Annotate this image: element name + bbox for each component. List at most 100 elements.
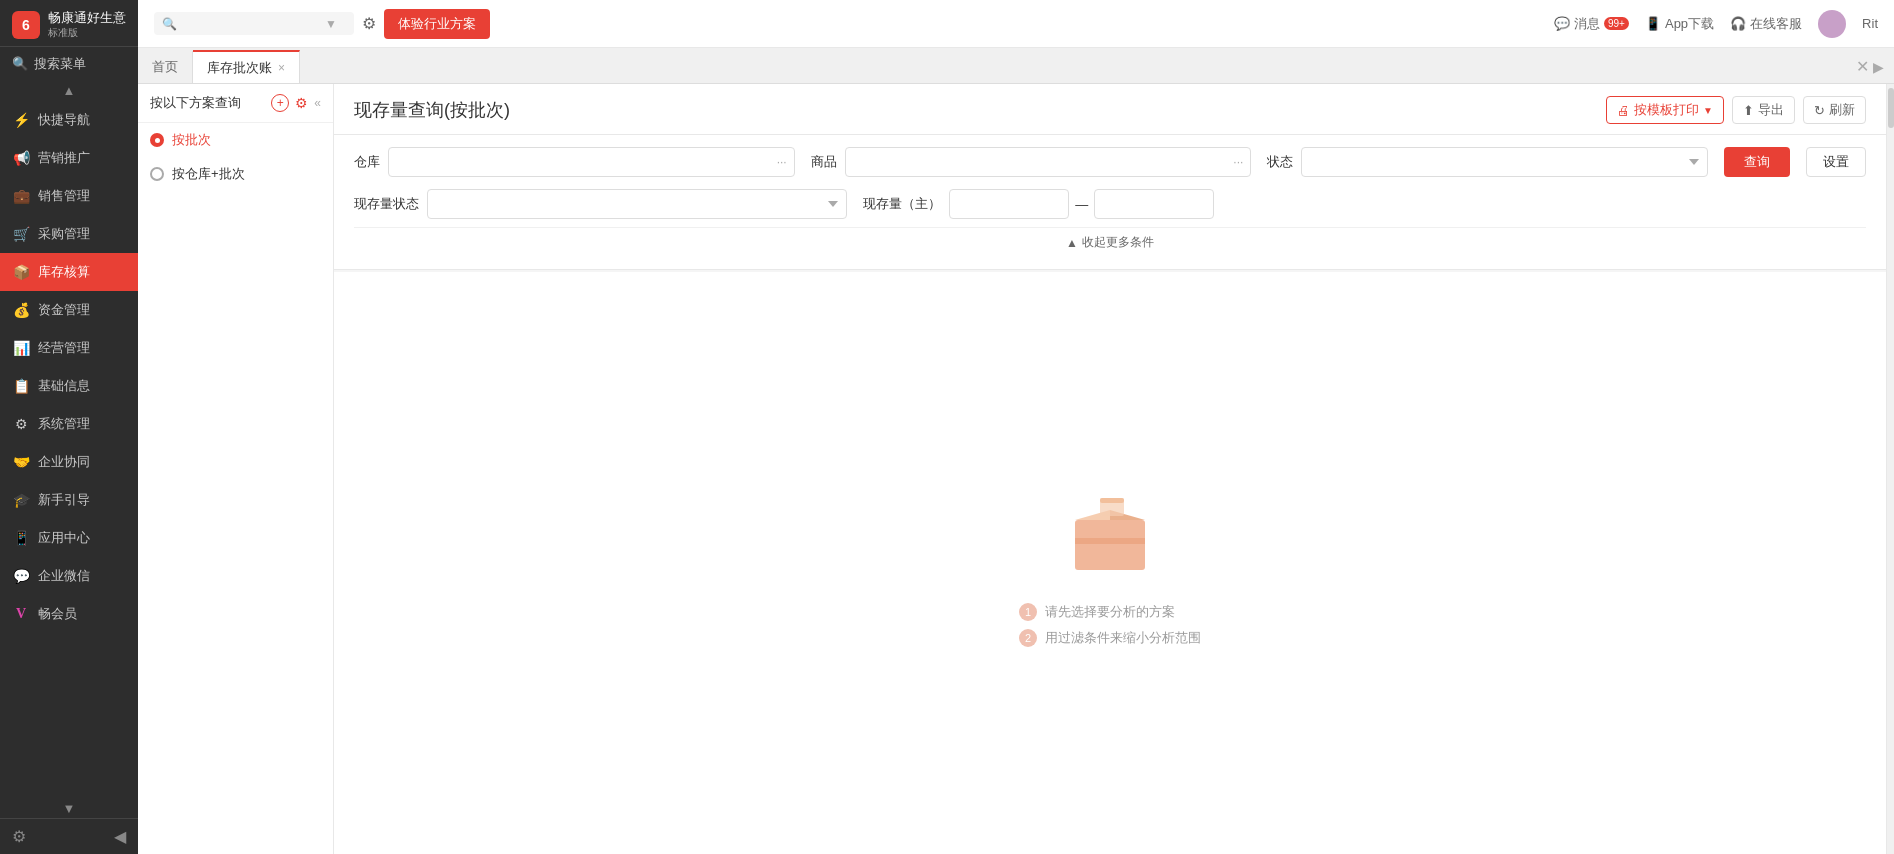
messages-action[interactable]: 💬 消息 99+ [1554, 15, 1629, 33]
user-name[interactable]: Rit [1862, 16, 1878, 31]
scroll-down-btn[interactable]: ▼ [0, 798, 138, 818]
inventory-qty-min[interactable] [949, 189, 1069, 219]
tip-number-1: 1 [1019, 603, 1037, 621]
sidebar-item-inventory[interactable]: 📦 库存核算 [0, 253, 138, 291]
tab-close-icon[interactable]: × [278, 61, 285, 75]
sidebar-item-system[interactable]: ⚙ 系统管理 [0, 405, 138, 443]
sidebar-item-finance[interactable]: 💰 资金管理 [0, 291, 138, 329]
print-dropdown-icon[interactable]: ▼ [1703, 105, 1713, 116]
collapse-filter-label: 收起更多条件 [1082, 234, 1154, 251]
product-label: 商品 [811, 153, 837, 171]
scheme-item-by-batch[interactable]: 按批次 [138, 123, 333, 157]
newbie-icon: 🎓 [12, 491, 30, 509]
sidebar-item-member[interactable]: V 畅会员 [0, 595, 138, 633]
settings-footer-icon[interactable]: ⚙ [12, 827, 26, 846]
sidebar-item-basic[interactable]: 📋 基础信息 [0, 367, 138, 405]
scroll-up-btn[interactable]: ▲ [0, 81, 138, 101]
page-header-actions: 🖨 按模板打印 ▼ ⬆ 导出 ↻ 刷新 [1606, 96, 1866, 124]
sidebar-item-marketing[interactable]: 📢 营销推广 [0, 139, 138, 177]
sidebar-item-label: 新手引导 [38, 491, 90, 509]
messages-icon: 💬 [1554, 16, 1570, 31]
filter-inventory-status: 现存量状态 [354, 189, 847, 219]
basic-icon: 📋 [12, 377, 30, 395]
phone-icon: 📱 [1645, 16, 1661, 31]
collapse-panel-icon[interactable]: « [314, 96, 321, 110]
online-service-action[interactable]: 🎧 在线客服 [1730, 15, 1802, 33]
trial-btn[interactable]: 体验行业方案 [384, 9, 490, 39]
tabbar: 首页 库存批次账 × ✕ ▶ [138, 48, 1894, 84]
search-bar-icon: 🔍 [162, 17, 177, 31]
scheme-label: 按批次 [172, 131, 211, 149]
sidebar-item-enterprise[interactable]: 🤝 企业协同 [0, 443, 138, 481]
sidebar-item-purchase[interactable]: 🛒 采购管理 [0, 215, 138, 253]
empty-tip-1: 1 请先选择要分析的方案 [1019, 603, 1201, 621]
tab-inventory-batch[interactable]: 库存批次账 × [193, 50, 300, 83]
refresh-icon: ↻ [1814, 103, 1825, 118]
inventory-qty-range: — [949, 189, 1356, 219]
warehouse-input-wrap: ··· [388, 147, 795, 177]
tab-home[interactable]: 首页 [138, 51, 193, 83]
sidebar-nav: ⚡ 快捷导航 📢 营销推广 💼 销售管理 🛒 采购管理 📦 库存核算 💰 资金管… [0, 101, 138, 798]
messages-badge: 99+ [1604, 17, 1629, 30]
online-service-label: 在线客服 [1750, 15, 1802, 33]
scrollbar-thumb[interactable] [1888, 88, 1894, 128]
svg-rect-0 [1075, 520, 1145, 570]
sidebar-item-label: 采购管理 [38, 225, 90, 243]
edition-label: 标准版 [48, 26, 126, 40]
sidebar-item-appstore[interactable]: 📱 应用中心 [0, 519, 138, 557]
empty-illustration [1050, 480, 1170, 580]
topbar-gear-icon[interactable]: ⚙ [362, 14, 376, 33]
filter-inventory-qty: 现存量（主） — [863, 189, 1356, 219]
inventory-qty-max[interactable] [1094, 189, 1214, 219]
inventory-status-select[interactable] [427, 189, 847, 219]
search-wrap: 🔍 ▼ [154, 12, 354, 35]
settings-btn[interactable]: 设置 [1806, 147, 1866, 177]
printer-icon: 🖨 [1617, 103, 1630, 118]
refresh-btn[interactable]: ↻ 刷新 [1803, 96, 1866, 124]
collapse-up-icon: ▲ [1066, 236, 1078, 250]
sidebar-header: 6 畅康通好生意 标准版 [0, 0, 138, 47]
scheme-settings-icon[interactable]: ⚙ [295, 95, 308, 111]
filter-warehouse: 仓库 ··· [354, 147, 795, 177]
svg-rect-1 [1075, 538, 1145, 544]
sales-icon: 💼 [12, 187, 30, 205]
product-input[interactable] [845, 147, 1252, 177]
sidebar-item-wechat[interactable]: 💬 企业微信 [0, 557, 138, 595]
operations-icon: 📊 [12, 339, 30, 357]
scheme-panel-label: 按以下方案查询 [150, 94, 241, 112]
collapse-filter-btn[interactable]: ▲ 收起更多条件 [354, 227, 1866, 257]
export-label: 导出 [1758, 101, 1784, 119]
scheme-item-by-warehouse-batch[interactable]: 按仓库+批次 [138, 157, 333, 191]
print-btn[interactable]: 🖨 按模板打印 ▼ [1606, 96, 1724, 124]
tab-close-all-icon[interactable]: ✕ [1856, 57, 1869, 76]
system-icon: ⚙ [12, 415, 30, 433]
status-select[interactable] [1301, 147, 1708, 177]
scheme-panel-header: 按以下方案查询 + ⚙ « [138, 84, 333, 123]
export-icon: ⬆ [1743, 103, 1754, 118]
tab-menu-icon[interactable]: ▶ [1873, 59, 1884, 75]
appstore-icon: 📱 [12, 529, 30, 547]
purchase-icon: 🛒 [12, 225, 30, 243]
query-btn[interactable]: 查询 [1724, 147, 1790, 177]
app-download-label: App下载 [1665, 15, 1714, 33]
tip-text-2: 用过滤条件来缩小分析范围 [1045, 629, 1201, 647]
search-chevron-icon[interactable]: ▼ [325, 17, 337, 31]
app-download-action[interactable]: 📱 App下载 [1645, 15, 1714, 33]
user-avatar[interactable] [1818, 10, 1846, 38]
export-btn[interactable]: ⬆ 导出 [1732, 96, 1795, 124]
refresh-label: 刷新 [1829, 101, 1855, 119]
enterprise-icon: 🤝 [12, 453, 30, 471]
sidebar-item-sales[interactable]: 💼 销售管理 [0, 177, 138, 215]
svg-rect-3 [1100, 498, 1124, 503]
sidebar-item-newbie[interactable]: 🎓 新手引导 [0, 481, 138, 519]
add-scheme-icon[interactable]: + [271, 94, 289, 112]
collapse-sidebar-icon[interactable]: ◀ [114, 827, 126, 846]
sidebar-item-quick-nav[interactable]: ⚡ 快捷导航 [0, 101, 138, 139]
warehouse-input[interactable] [388, 147, 795, 177]
search-input[interactable] [181, 16, 321, 31]
sidebar-item-operations[interactable]: 📊 经营管理 [0, 329, 138, 367]
tab-end-actions: ✕ ▶ [1846, 50, 1894, 83]
right-scrollbar[interactable] [1886, 84, 1894, 854]
search-menu-item[interactable]: 🔍 搜索菜单 [0, 47, 138, 81]
topbar: 🔍 ▼ ⚙ 体验行业方案 💬 消息 99+ 📱 App下载 🎧 在线客服 Ri [138, 0, 1894, 48]
